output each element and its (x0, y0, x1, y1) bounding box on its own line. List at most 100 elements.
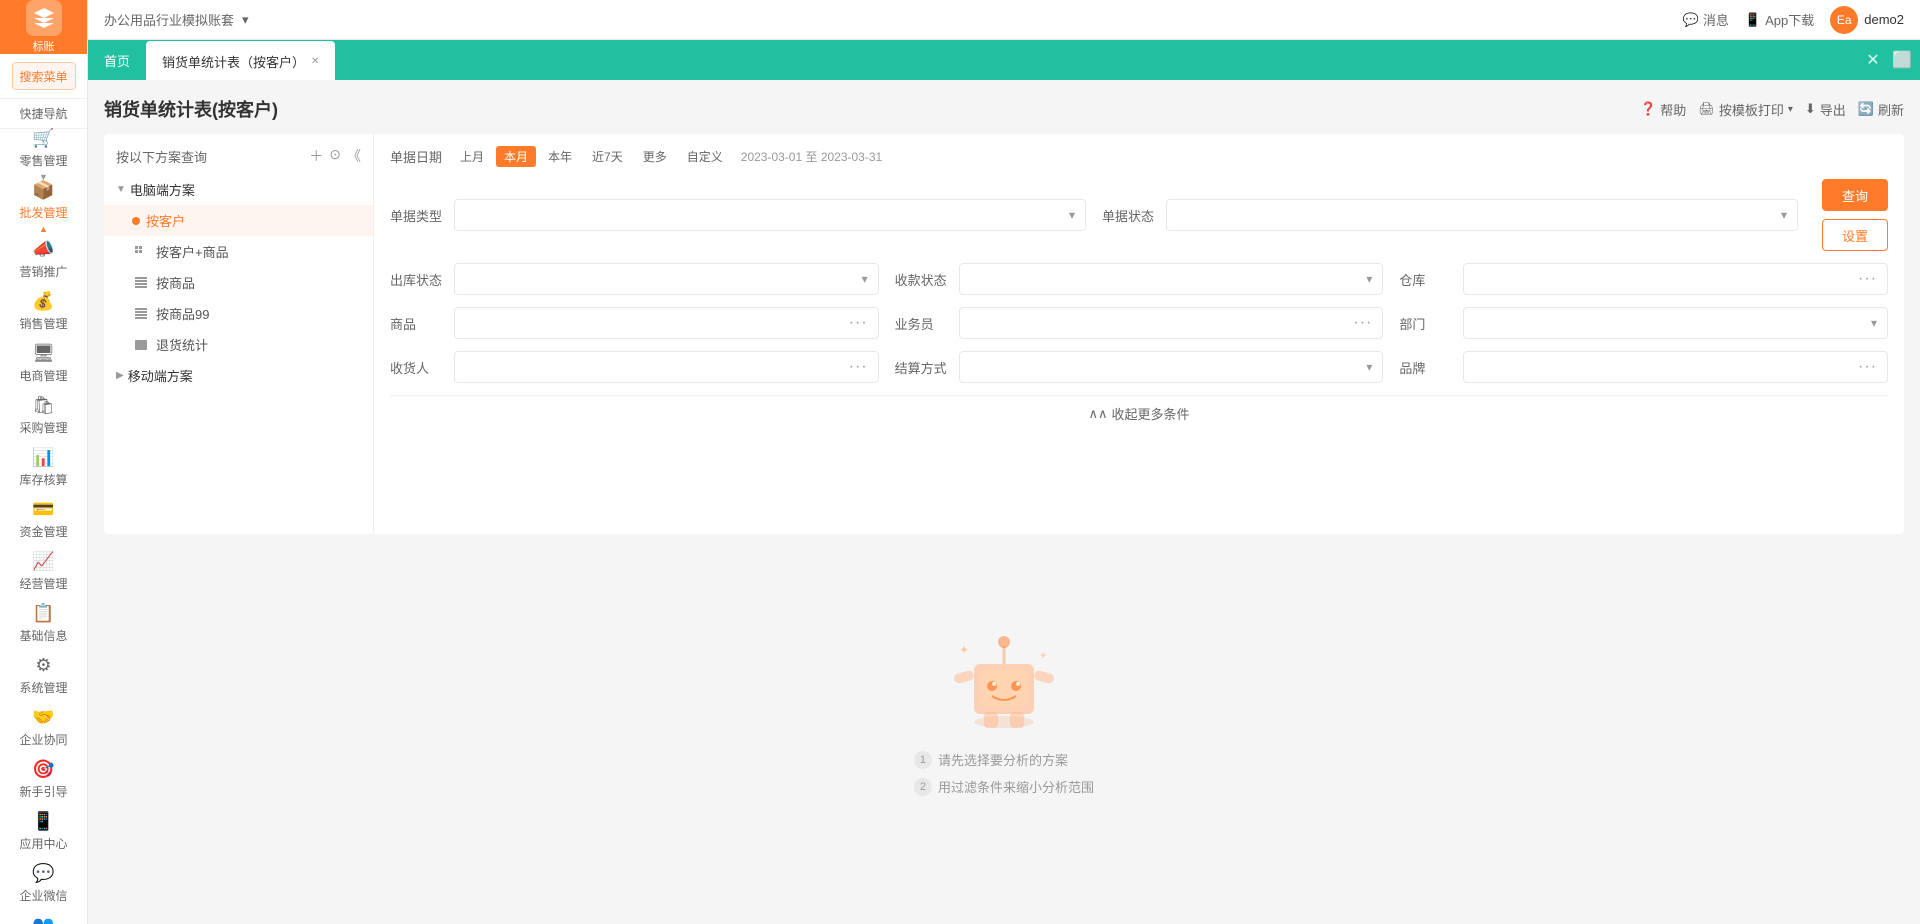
add-schema-icon[interactable]: ＋ (309, 146, 323, 166)
goods-filter-label: 商品 (390, 314, 446, 333)
sidebar-item-wholesale[interactable]: 📦 批发管理 ▲ (0, 181, 88, 233)
sidebar-item-marketing-label: 营销推广 (19, 263, 67, 280)
user-avatar: Ea (1830, 6, 1858, 34)
industry-selector-text[interactable]: 办公用品行业模拟账套 (104, 10, 234, 29)
logo-icon (26, 0, 62, 36)
sidebar-item-wechat-label: 企业微信 (19, 887, 67, 904)
print-btn[interactable]: 🖨 按模板打印 ▾ (1698, 100, 1793, 119)
empty-state: ✦ ✦ 1 请先选择要分析的方案 2 用过滤条件来缩小分析范围 (104, 534, 1904, 876)
date-row: 单据日期 上月 本月 本年 近7天 更多 自定义 2023-03-01 至 20… (390, 146, 1888, 167)
header-right: 💬 消息 📱 App下载 Ea demo2 (1683, 6, 1904, 34)
date-range: 2023-03-01 至 2023-03-31 (741, 148, 882, 165)
sales-icon: 💰 (32, 291, 54, 312)
settlement-chevron: ▾ (1366, 360, 1372, 374)
message-icon: 💬 (1683, 12, 1699, 28)
warehouse-control[interactable]: ··· (1463, 263, 1888, 295)
page-title-bar: 销货单统计表(按客户) ❓ 帮助 🖨 按模板打印 ▾ ⬇ 导出 🔄 刷新 (104, 96, 1904, 122)
doc-type-control[interactable]: ▾ (454, 199, 1086, 231)
sidebar-item-guide[interactable]: 🎯 新手引导 (0, 753, 88, 805)
schema-actions: ＋ ⊙ 《 (309, 146, 361, 166)
schema-item-goods[interactable]: 按商品 (104, 267, 373, 298)
mobile-group-header[interactable]: ▶ 移动端方案 (104, 360, 373, 391)
maximize-icon[interactable]: ⬜ (1892, 52, 1912, 69)
sidebar-item-basic[interactable]: 📋 基础信息 (0, 597, 88, 649)
sidebar-item-collab[interactable]: 🤝 企业协同 (0, 701, 88, 753)
schema-item-customer[interactable]: 按客户 (104, 205, 373, 236)
tab-close-icon[interactable]: ✕ (311, 56, 319, 67)
doc-type-chevron: ▾ (1069, 208, 1075, 222)
brand-control[interactable]: ··· (1463, 351, 1888, 383)
goods-control[interactable]: ··· (454, 307, 879, 339)
sidebar-item-appcenter[interactable]: 📱 应用中心 (0, 805, 88, 857)
receiver-control[interactable]: ··· (454, 351, 879, 383)
hint-num-2: 2 (914, 778, 932, 796)
sidebar-item-finance[interactable]: 💳 资金管理 (0, 493, 88, 545)
sidebar-item-purchase-label: 采购管理 (19, 419, 67, 436)
search-menu-btn[interactable]: 搜索菜单 (12, 62, 76, 90)
date-tab-7days[interactable]: 近7天 (584, 146, 631, 167)
sidebar-item-sales-label: 销售管理 (19, 315, 67, 332)
sidebar-item-purchase[interactable]: 🛍 采购管理 (0, 389, 88, 441)
schema-item-returns[interactable]: 退货统计 (104, 329, 373, 360)
tab-sales-stats[interactable]: 销货单统计表（按客户） ✕ (146, 41, 335, 81)
payment-control[interactable]: ▾ (959, 263, 1384, 295)
desktop-group-header[interactable]: ▼ 电脑端方案 (104, 174, 373, 205)
filter-salesperson: 业务员 ··· (895, 307, 1384, 339)
salesperson-control[interactable]: ··· (959, 307, 1384, 339)
mobile-group-label: 移动端方案 (128, 366, 193, 385)
user-profile[interactable]: Ea demo2 (1830, 6, 1904, 34)
collapse-bar[interactable]: ∧∧ 收起更多条件 (390, 395, 1888, 431)
department-label: 部门 (1399, 314, 1455, 333)
app-logo[interactable]: 标账 (0, 0, 88, 54)
sidebar-item-wechat[interactable]: 💬 企业微信 (0, 857, 88, 909)
schema-sidebar: 按以下方案查询 ＋ ⊙ 《 ▼ 电脑端方案 (104, 134, 374, 534)
help-btn[interactable]: ❓ 帮助 (1640, 100, 1686, 119)
outbound-control[interactable]: ▾ (454, 263, 879, 295)
help-icon: ❓ (1640, 101, 1656, 117)
collapse-schema-icon[interactable]: 《 (347, 146, 361, 166)
mobile-group: ▶ 移动端方案 (104, 360, 373, 391)
quick-nav-btn[interactable]: 快捷导航 (0, 99, 87, 129)
filter-area: 按以下方案查询 ＋ ⊙ 《 ▼ 电脑端方案 (104, 134, 1904, 534)
sidebar-item-member[interactable]: 👥 畅会员 (0, 909, 88, 924)
app-download-btn[interactable]: 📱 App下载 (1745, 10, 1814, 29)
sidebar-item-ecommerce[interactable]: 🖥 电商管理 (0, 337, 88, 389)
industry-dropdown-icon[interactable]: ▾ (242, 12, 249, 28)
schema-item-goods99[interactable]: 按商品99 (104, 298, 373, 329)
date-tab-more[interactable]: 更多 (635, 146, 675, 167)
tab-home[interactable]: 首页 (88, 40, 146, 80)
sidebar-item-system[interactable]: ⚙ 系统管理 (0, 649, 88, 701)
date-tab-thismonth[interactable]: 本月 (496, 146, 536, 167)
settings-button[interactable]: 设置 (1822, 219, 1888, 251)
sidebar-item-inventory[interactable]: 📊 库存核算 (0, 441, 88, 493)
sidebar-item-appcenter-label: 应用中心 (19, 835, 67, 852)
sidebar-item-operations[interactable]: 📈 经营管理 (0, 545, 88, 597)
sidebar-item-sales[interactable]: 💰 销售管理 (0, 285, 88, 337)
message-btn[interactable]: 💬 消息 (1683, 10, 1729, 29)
query-button[interactable]: 查询 (1822, 179, 1888, 211)
edit-schema-icon[interactable]: ⊙ (329, 146, 341, 166)
export-btn[interactable]: ⬇ 导出 (1805, 100, 1846, 119)
refresh-btn[interactable]: 🔄 刷新 (1858, 100, 1904, 119)
sidebar-item-retail[interactable]: 🛒 零售管理 ▼ (0, 129, 88, 181)
sidebar: 标账 搜索菜单 快捷导航 🛒 零售管理 ▼ 📦 批发管理 ▲ 📣 营销推广 💰 … (0, 0, 88, 924)
salesperson-label: 业务员 (895, 314, 951, 333)
filter-main: 单据日期 上月 本月 本年 近7天 更多 自定义 2023-03-01 至 20… (374, 134, 1904, 534)
doc-status-control[interactable]: ▾ (1166, 199, 1798, 231)
close-window-icon[interactable]: ✕ (1866, 52, 1879, 69)
date-tabs: 上月 本月 本年 近7天 更多 自定义 (452, 146, 731, 167)
user-name-label[interactable]: demo2 (1864, 12, 1904, 27)
sidebar-item-marketing[interactable]: 📣 营销推广 (0, 233, 88, 285)
department-control[interactable]: ▾ (1463, 307, 1888, 339)
date-tab-lastmonth[interactable]: 上月 (452, 146, 492, 167)
settlement-control[interactable]: ▾ (959, 351, 1384, 383)
schema-item-customer-goods[interactable]: 按客户+商品 (104, 236, 373, 267)
retail-icon: 🛒 (32, 128, 54, 149)
date-tab-thisyear[interactable]: 本年 (540, 146, 580, 167)
filter-settlement: 结算方式 ▾ (895, 351, 1384, 383)
desktop-arrow: ▼ (116, 184, 126, 195)
schema-customer-label: 按客户 (146, 211, 185, 230)
sidebar-item-wholesale-label: 批发管理 (19, 204, 67, 221)
date-tab-custom[interactable]: 自定义 (679, 146, 731, 167)
empty-illustration: ✦ ✦ (944, 614, 1064, 734)
